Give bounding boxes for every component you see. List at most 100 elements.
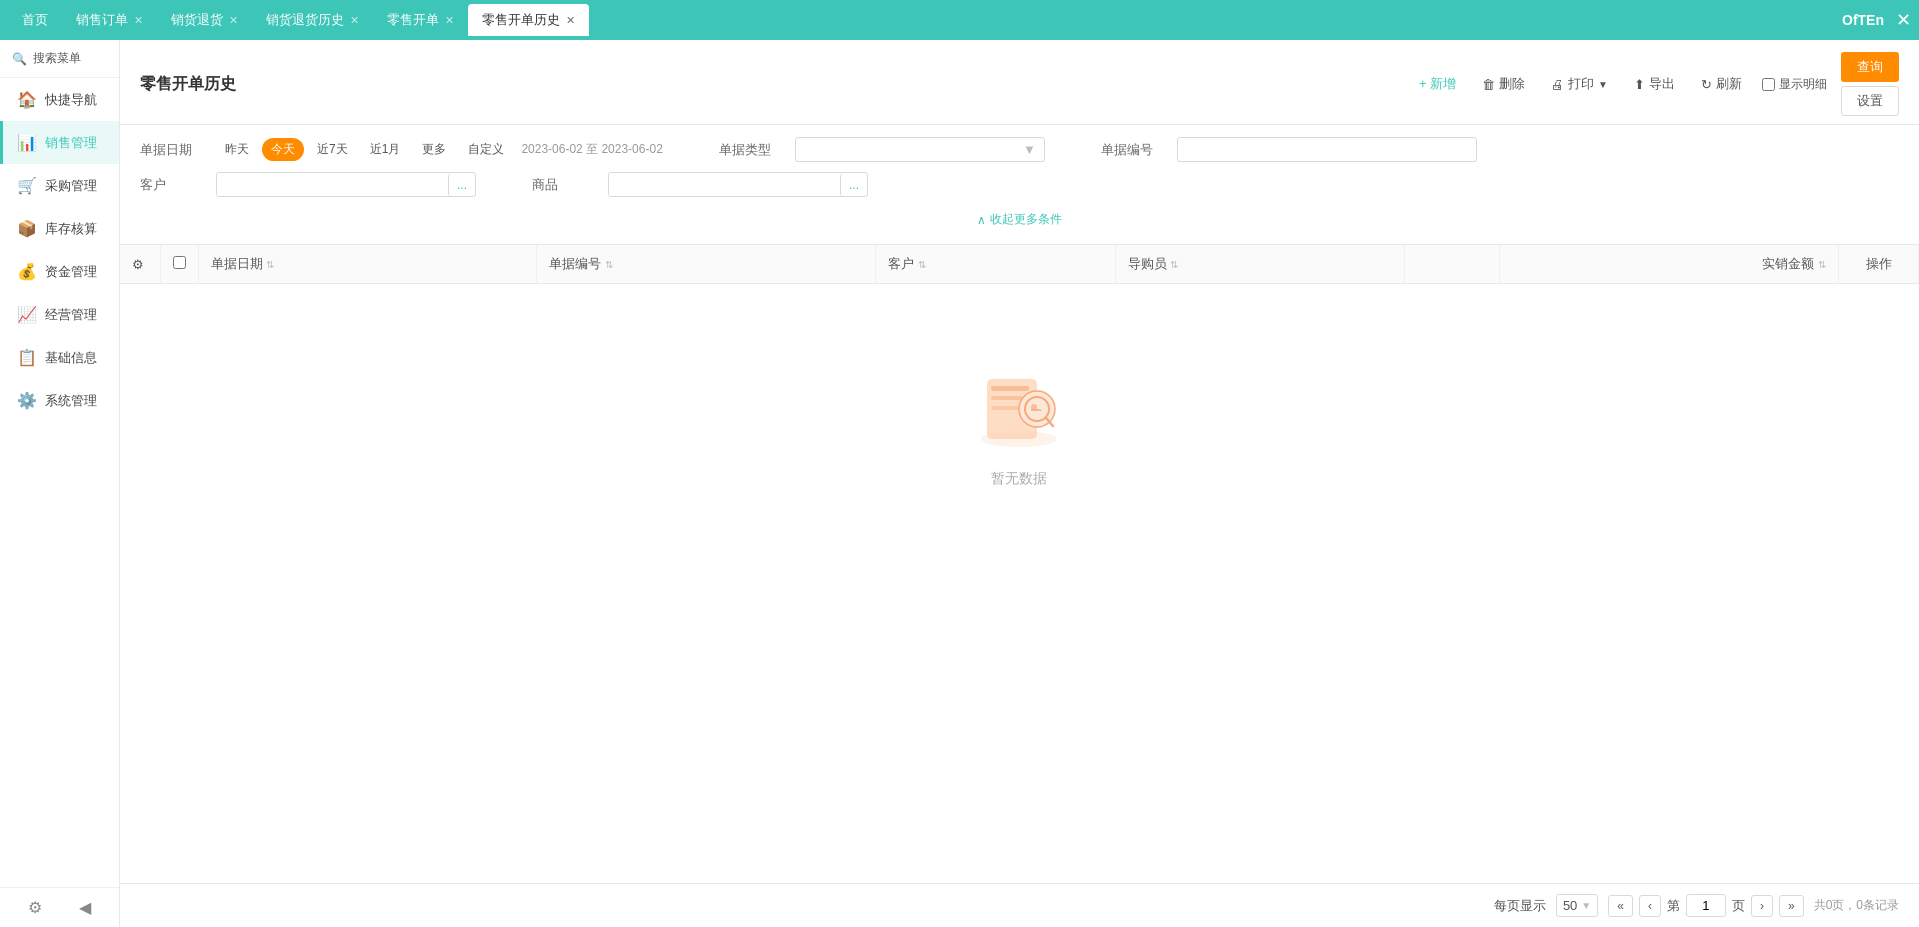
select-all-checkbox[interactable] [173, 256, 186, 269]
table-wrapper: ⚙ 单据日期 ⇅ 单据编号 ⇅ [120, 245, 1919, 883]
doc-type-filter-label: 单据类型 [719, 141, 779, 159]
system-icon: ⚙️ [17, 391, 37, 410]
sidebar-item-label: 销售管理 [45, 134, 97, 152]
delete-button[interactable]: 🗑 删除 [1476, 71, 1531, 97]
customer-picker-btn[interactable]: ... [448, 174, 475, 196]
per-page-select[interactable]: 50 ▼ [1556, 894, 1598, 917]
sort-icon-amount: ⇅ [1818, 259, 1826, 270]
th-salesperson[interactable]: 导购员 ⇅ [1115, 245, 1404, 284]
settings-icon: ⚙ [132, 257, 144, 272]
content-area: 零售开单历史 + 新增 🗑 删除 🖨 打印 ▼ ⬆ 导出 ↻ [120, 40, 1919, 927]
sort-icon-customer: ⇅ [918, 259, 926, 270]
empty-text: 暂无数据 [991, 470, 1047, 488]
next-page-button[interactable]: › [1751, 895, 1773, 917]
first-page-button[interactable]: « [1608, 895, 1633, 917]
product-picker-btn[interactable]: ... [840, 174, 867, 196]
sort-icon-salesperson: ⇅ [1170, 259, 1178, 270]
tab-close-retail-open[interactable]: ✕ [445, 14, 454, 27]
tab-close-sales-return-history[interactable]: ✕ [350, 14, 359, 27]
product-input[interactable] [609, 173, 840, 196]
th-no[interactable]: 单据编号 ⇅ [537, 245, 876, 284]
tab-close-retail-history[interactable]: ✕ [566, 14, 575, 27]
page-title: 零售开单历史 [140, 74, 236, 95]
per-page-label: 每页显示 [1494, 897, 1546, 915]
tab-home[interactable]: 首页 [8, 4, 62, 36]
window-close-button[interactable]: ✕ [1896, 9, 1911, 31]
sidebar-bottom: ⚙ ◀ [0, 887, 119, 927]
settings-button[interactable]: 设置 [1841, 86, 1899, 116]
delete-icon: 🗑 [1482, 77, 1495, 92]
last-page-button[interactable]: » [1779, 895, 1804, 917]
today-btn[interactable]: 今天 [262, 138, 304, 161]
tab-close-sales-order[interactable]: ✕ [134, 14, 143, 27]
tab-bar-right: OfTEn ✕ [1842, 9, 1911, 31]
print-dropdown-icon: ▼ [1598, 79, 1608, 90]
product-input-wrapper: ... [608, 172, 868, 197]
sidebar-item-shortcut[interactable]: 🏠 快捷导航 [0, 78, 119, 121]
sidebar-item-label: 快捷导航 [45, 91, 97, 109]
tab-sales-return[interactable]: 销货退货 ✕ [157, 4, 252, 36]
th-action: 操作 [1839, 245, 1919, 284]
custom-btn[interactable]: 自定义 [459, 138, 513, 161]
last7days-btn[interactable]: 近7天 [308, 138, 357, 161]
page-label: 第 [1667, 897, 1680, 915]
date-range-display: 2023-06-02 至 2023-06-02 [521, 141, 662, 158]
pagination-bar: 每页显示 50 ▼ « ‹ 第 页 › » 共0页，0条记录 [120, 883, 1919, 927]
sidebar-item-sales[interactable]: 📊 销售管理 [0, 121, 119, 164]
sidebar-item-inventory[interactable]: 📦 库存核算 [0, 207, 119, 250]
tab-bar: 首页 销售订单 ✕ 销货退货 ✕ 销货退货历史 ✕ 零售开单 ✕ 零售开单历史 … [0, 0, 1919, 40]
export-button[interactable]: ⬆ 导出 [1628, 71, 1681, 97]
tab-retail-open[interactable]: 零售开单 ✕ [373, 4, 468, 36]
refresh-button[interactable]: ↻ 刷新 [1695, 71, 1748, 97]
doc-no-filter-label: 单据编号 [1101, 141, 1161, 159]
sidebar-item-basic[interactable]: 📋 基础信息 [0, 336, 119, 379]
collapse-row[interactable]: ∧ 收起更多条件 [140, 207, 1899, 232]
more-btn[interactable]: 更多 [413, 138, 455, 161]
last-month-btn[interactable]: 近1月 [361, 138, 410, 161]
customer-input[interactable] [217, 173, 448, 196]
tab-retail-history[interactable]: 零售开单历史 ✕ [468, 4, 589, 36]
page-input[interactable] [1686, 894, 1726, 917]
doc-no-input[interactable] [1177, 137, 1477, 162]
sidebar-item-system[interactable]: ⚙️ 系统管理 [0, 379, 119, 422]
empty-row: 暂无数据 [120, 284, 1919, 569]
tab-close-sales-return[interactable]: ✕ [229, 14, 238, 27]
doc-type-dropdown-icon: ▼ [1023, 142, 1036, 157]
sidebar-search[interactable]: 🔍 搜索菜单 [0, 40, 119, 78]
th-settings[interactable]: ⚙ [120, 245, 160, 284]
page-info: 共0页，0条记录 [1814, 897, 1899, 914]
table-body: 暂无数据 [120, 284, 1919, 569]
sidebar-settings-button[interactable]: ⚙ [28, 898, 42, 917]
sidebar-collapse-button[interactable]: ◀ [79, 898, 91, 917]
tab-sales-return-history[interactable]: 销货退货历史 ✕ [252, 4, 373, 36]
sidebar: 🔍 搜索菜单 🏠 快捷导航 📊 销售管理 🛒 采购管理 📦 库存核算 💰 [0, 40, 120, 927]
date-shortcuts: 昨天 今天 近7天 近1月 更多 自定义 2023-06-02 至 2023-0… [216, 138, 663, 161]
doc-type-select[interactable]: ▼ [795, 137, 1045, 162]
per-page-value: 50 [1563, 898, 1577, 913]
yesterday-btn[interactable]: 昨天 [216, 138, 258, 161]
refresh-icon: ↻ [1701, 77, 1712, 92]
print-button[interactable]: 🖨 打印 ▼ [1545, 71, 1614, 97]
th-check[interactable] [160, 245, 198, 284]
svg-rect-2 [991, 386, 1029, 391]
th-spacer [1404, 245, 1500, 284]
export-icon: ⬆ [1634, 77, 1645, 92]
page-suffix: 页 [1732, 897, 1745, 915]
sidebar-item-finance[interactable]: 💰 资金管理 [0, 250, 119, 293]
th-amount[interactable]: 实销金额 ⇅ [1500, 245, 1839, 284]
main-layout: 🔍 搜索菜单 🏠 快捷导航 📊 销售管理 🛒 采购管理 📦 库存核算 💰 [0, 40, 1919, 927]
customer-input-wrapper: ... [216, 172, 476, 197]
add-button[interactable]: + 新增 [1413, 71, 1462, 97]
product-filter-label: 商品 [532, 176, 592, 194]
tab-sales-order[interactable]: 销售订单 ✕ [62, 4, 157, 36]
prev-page-button[interactable]: ‹ [1639, 895, 1661, 917]
th-date[interactable]: 单据日期 ⇅ [198, 245, 537, 284]
th-customer[interactable]: 客户 ⇅ [876, 245, 1115, 284]
sidebar-item-operation[interactable]: 📈 经营管理 [0, 293, 119, 336]
show-detail-checkbox-label[interactable]: 显示明细 [1762, 76, 1827, 93]
sidebar-item-purchase[interactable]: 🛒 采购管理 [0, 164, 119, 207]
show-detail-checkbox[interactable] [1762, 78, 1775, 91]
data-table: ⚙ 单据日期 ⇅ 单据编号 ⇅ [120, 245, 1919, 568]
query-button[interactable]: 查询 [1841, 52, 1899, 82]
filter-row-2: 客户 ... 商品 ... [140, 172, 1899, 197]
